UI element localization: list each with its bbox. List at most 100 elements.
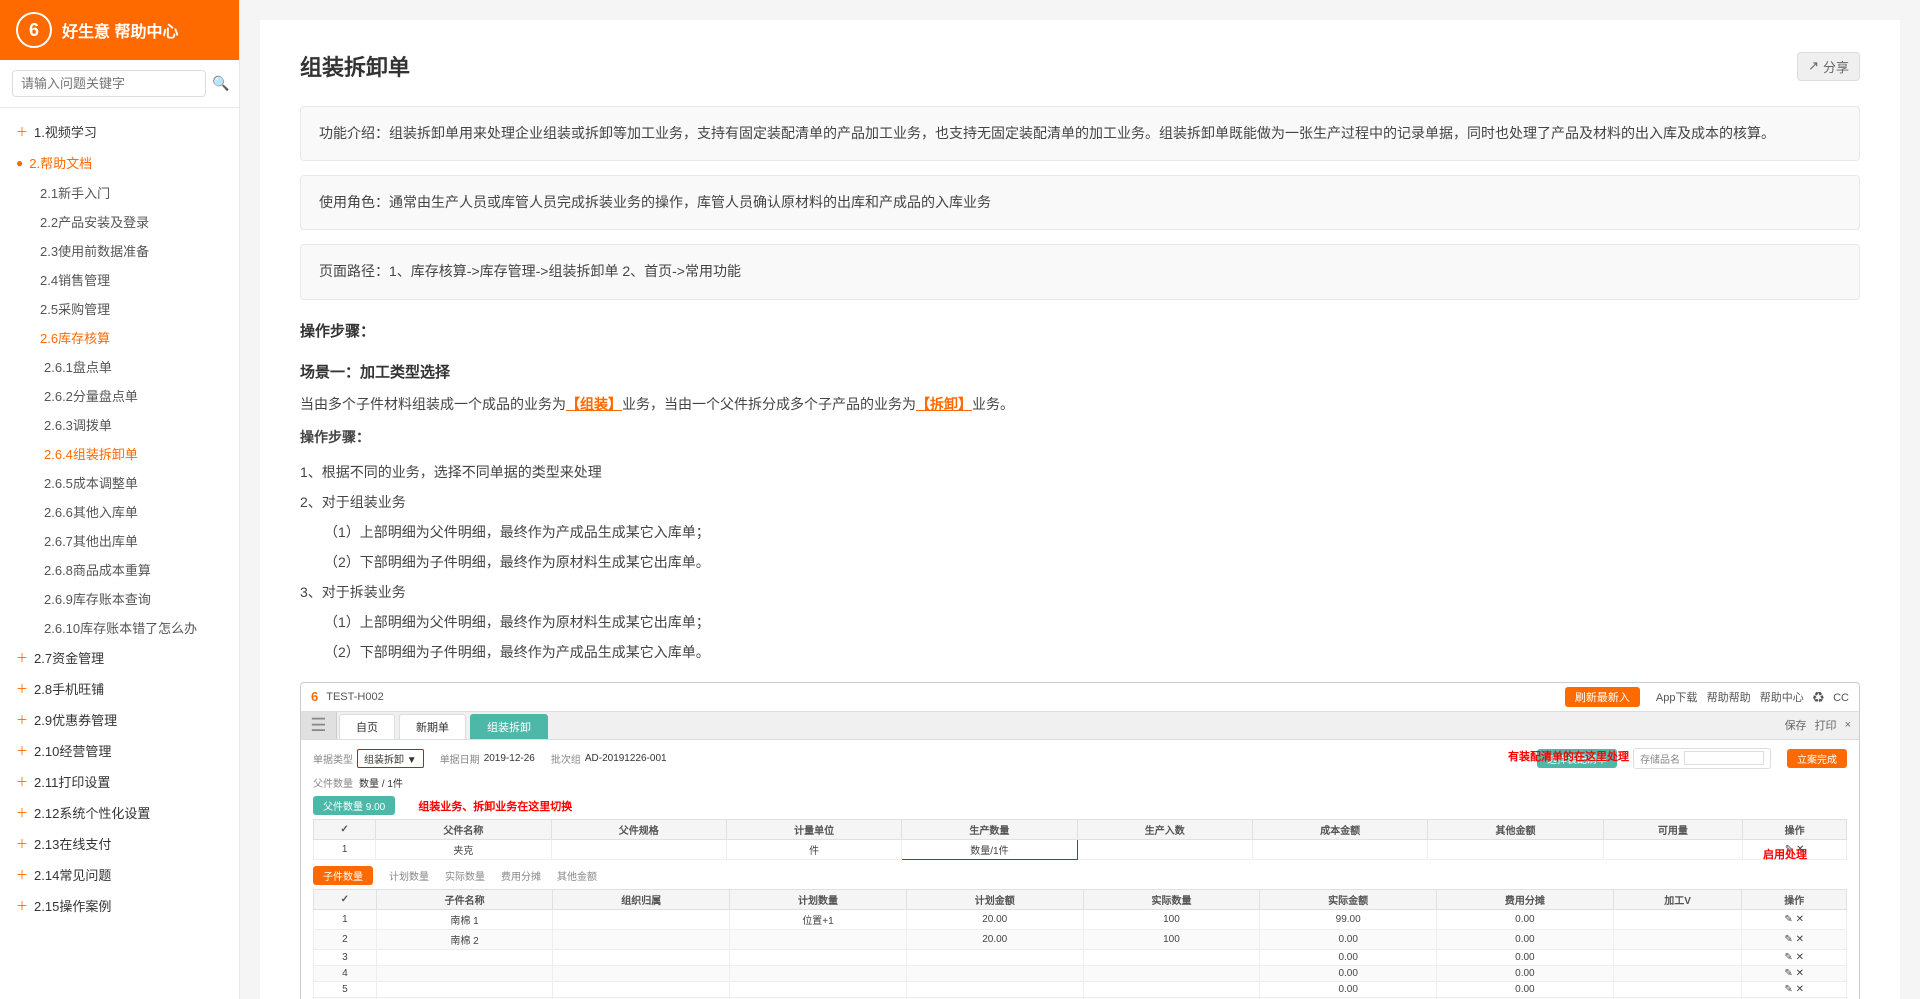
step-3-sub1: （1）上部明细为父件明细，最终作为原材料生成某它出库单；: [324, 608, 1860, 636]
sidebar-item-purchase[interactable]: 2.5采购管理: [28, 294, 239, 323]
search-box: 🔍: [0, 60, 239, 108]
expand-icon-10: ＋: [16, 897, 28, 914]
scr-date-val: 2019-12-26: [484, 753, 535, 764]
scr-stockname-input[interactable]: [1684, 751, 1764, 765]
table-row: 30.000.00✎ ✕: [314, 949, 1847, 965]
scr-sub-section-btn[interactable]: 子件数量: [313, 866, 373, 885]
app-header: 6 好生意 帮助中心: [0, 0, 239, 60]
scr-tab-new[interactable]: 新期单: [399, 714, 466, 739]
scr-action-print[interactable]: 打印: [1815, 717, 1837, 733]
scr-tab-bar: ☰ 自页 新期单 组装拆卸 保存 打印 ×: [301, 712, 1859, 740]
scr-group-val: AD-20191226-001: [585, 753, 667, 764]
sidebar-item-265[interactable]: 2.6.5成本调整单: [44, 468, 239, 497]
table-row: 40.000.00✎ ✕: [314, 965, 1847, 981]
scr-type-select: 单据类型 组装拆卸 ▼: [313, 749, 424, 768]
sidebar-item-cases[interactable]: ＋ 2.15操作案例: [0, 890, 239, 921]
scr-group-field: 批次组 AD-20191226-001: [551, 751, 667, 766]
sidebar-item-print[interactable]: ＋ 2.11打印设置: [0, 766, 239, 797]
sidebar-item-coupon[interactable]: ＋ 2.9优惠券管理: [0, 704, 239, 735]
scr-stockname-field: 存储品名: [1633, 748, 1771, 769]
sidebar-item-261[interactable]: 2.6.1盘点单: [44, 352, 239, 381]
path-block: 页面路径：1、库存核算->库存管理->组装拆卸单 2、首页->常用功能: [300, 244, 1860, 299]
sidebar-item-video[interactable]: ＋ 1.视频学习: [0, 116, 239, 147]
sidebar-item-install[interactable]: 2.2产品安装及登录: [28, 207, 239, 236]
search-input[interactable]: [12, 70, 206, 97]
sidebar-item-faq[interactable]: ＋ 2.14常见问题: [0, 859, 239, 890]
sidebar-item-267[interactable]: 2.6.7其他出库单: [44, 526, 239, 555]
sidebar-item-268[interactable]: 2.6.8商品成本重算: [44, 555, 239, 584]
keyword-assembly: 【组装】: [566, 396, 622, 412]
step-2: 2、对于组装业务: [300, 488, 1860, 516]
scr-confirm-btn[interactable]: 立案完成: [1787, 749, 1847, 768]
intro-block-2: 使用角色：通常由生产人员或库管人员完成拆装业务的操作，库管人员确认原材料的出库和…: [300, 175, 1860, 230]
share-button[interactable]: ↗ 分享: [1797, 52, 1860, 81]
intro-text-1: 功能介绍：组装拆卸单用来处理企业组装或拆卸等加工业务，支持有固定装配清单的产品加…: [319, 125, 1775, 141]
sidebar: 6 好生意 帮助中心 🔍 ＋ 1.视频学习 ● 2.帮助文档 2.1新手入门 2…: [0, 0, 240, 999]
sidebar-item-2610[interactable]: 2.6.10库存账本错了怎么办: [44, 613, 239, 642]
expand-icon: ＋: [16, 123, 28, 140]
sidebar-item-system[interactable]: ＋ 2.12系统个性化设置: [0, 797, 239, 828]
sidebar-nav: ＋ 1.视频学习 ● 2.帮助文档 2.1新手入门 2.2产品安装及登录 2.3…: [0, 108, 239, 999]
expand-icon-5: ＋: [16, 742, 28, 759]
sidebar-item-finance[interactable]: ＋ 2.7资金管理: [0, 642, 239, 673]
sidebar-item-docs[interactable]: ● 2.帮助文档: [0, 147, 239, 178]
step-3-sub2: （2）下部明细为子件明细，最终作为产成品生成某它入库单。: [324, 638, 1860, 666]
intro-text-2: 使用角色：通常由生产人员或库管人员完成拆装业务的操作，库管人员确认原材料的出库和…: [319, 194, 991, 210]
expand-icon-2: ＋: [16, 649, 28, 666]
sidebar-item-mobile[interactable]: ＋ 2.8手机旺铺: [0, 673, 239, 704]
steps-subtitle: 操作步骤：: [300, 425, 1860, 450]
scr-nav-btn[interactable]: 刷新最新入: [1565, 687, 1640, 707]
main-content: 组装拆卸单 ↗ 分享 功能介绍：组装拆卸单用来处理企业组装或拆卸等加工业务，支持…: [240, 0, 1920, 999]
annotation-enable: 启用处理: [1763, 846, 1807, 862]
scr-tab-assembly[interactable]: 组装拆卸: [470, 714, 548, 739]
scr-date-field: 单据日期 2019-12-26: [440, 751, 535, 766]
main-inner: 组装拆卸单 ↗ 分享 功能介绍：组装拆卸单用来处理企业组装或拆卸等加工业务，支持…: [260, 20, 1900, 999]
sidebar-item-payment[interactable]: ＋ 2.13在线支付: [0, 828, 239, 859]
intro-block-1: 功能介绍：组装拆卸单用来处理企业组装或拆卸等加工业务，支持有固定装配清单的产品加…: [300, 106, 1860, 161]
scr-upper-section-btn[interactable]: 父件数量 9.00: [313, 796, 395, 815]
sidebar-item-data-prep[interactable]: 2.3使用前数据准备: [28, 236, 239, 265]
page-title-row: 组装拆卸单 ↗ 分享: [300, 50, 1860, 82]
step-1: 1、根据不同的业务，选择不同单据的类型来处理: [300, 458, 1860, 486]
scr-topbar: 6 TEST-H002 刷新最新入 App下载 帮助帮助 帮助中心 ♻ CC: [301, 683, 1859, 712]
table-row: 1 夹克 件 数量/1件 ✎ ✕: [314, 839, 1847, 859]
scr-qty-cell[interactable]: 数量/1件: [902, 839, 1077, 859]
annotation-bom: 有装配清单的在这里处理: [1508, 748, 1629, 764]
scr-form-body: 单据类型 组装拆卸 ▼ 单据日期 2019-12-26 批次组 AD-20191…: [301, 740, 1859, 999]
expand-icon-7: ＋: [16, 804, 28, 821]
sidebar-item-operations[interactable]: ＋ 2.10经营管理: [0, 735, 239, 766]
scr-action-save[interactable]: 保存: [1785, 717, 1807, 733]
scr-icons: App下载 帮助帮助 帮助中心 ♻ CC: [1656, 689, 1849, 705]
sidebar-item-269[interactable]: 2.6.9库存账本查询: [44, 584, 239, 613]
step-2-sub2: （2）下部明细为子件明细，最终作为原材料生成某它出库单。: [324, 548, 1860, 576]
app-title: 好生意 帮助中心: [62, 18, 178, 42]
expand-icon-8: ＋: [16, 835, 28, 852]
scr-section-header-row: 父件数量 9.00 组装业务、拆卸业务在这里切换: [313, 796, 1847, 815]
sidebar-item-inventory[interactable]: 2.6库存核算: [28, 323, 239, 352]
scr-logo: 6: [311, 689, 318, 704]
table-row: 2 南棉 2 20.00 100 0.00 0.00 ✎ ✕: [314, 929, 1847, 949]
sidebar-item-263[interactable]: 2.6.3调拨单: [44, 410, 239, 439]
collapse-icon: ●: [16, 156, 23, 170]
scr-sidebar-toggle[interactable]: ☰: [301, 712, 337, 739]
sidebar-item-264[interactable]: 2.6.4组装拆卸单: [44, 439, 239, 468]
sidebar-item-sales[interactable]: 2.4销售管理: [28, 265, 239, 294]
scr-row2: 父件数量 数量 / 1件: [313, 775, 1847, 790]
steps-list: 1、根据不同的业务，选择不同单据的类型来处理 2、对于组装业务 （1）上部明细为…: [300, 458, 1860, 666]
scr-type-field[interactable]: 组装拆卸 ▼: [357, 749, 424, 768]
sidebar-item-266[interactable]: 2.6.6其他入库单: [44, 497, 239, 526]
scr-tab-home[interactable]: 自页: [339, 714, 395, 739]
search-icon[interactable]: 🔍: [212, 75, 229, 92]
table-row: 1 南棉 1 位置+1 20.00 100 99.00 0.00 ✎ ✕: [314, 909, 1847, 929]
page-title: 组装拆卸单: [300, 50, 410, 82]
sidebar-item-beginner[interactable]: 2.1新手入门: [28, 178, 239, 207]
steps-title: 操作步骤：: [300, 320, 1860, 341]
app-logo: 6: [16, 12, 52, 48]
screenshot-area: 6 TEST-H002 刷新最新入 App下载 帮助帮助 帮助中心 ♻ CC ☰…: [300, 682, 1860, 999]
expand-icon-3: ＋: [16, 680, 28, 697]
share-icon: ↗: [1808, 58, 1819, 74]
scr-action-close[interactable]: ×: [1845, 719, 1851, 731]
sidebar-item-262[interactable]: 2.6.2分量盘点单: [44, 381, 239, 410]
step-3: 3、对于拆装业务: [300, 578, 1860, 606]
expand-icon-6: ＋: [16, 773, 28, 790]
